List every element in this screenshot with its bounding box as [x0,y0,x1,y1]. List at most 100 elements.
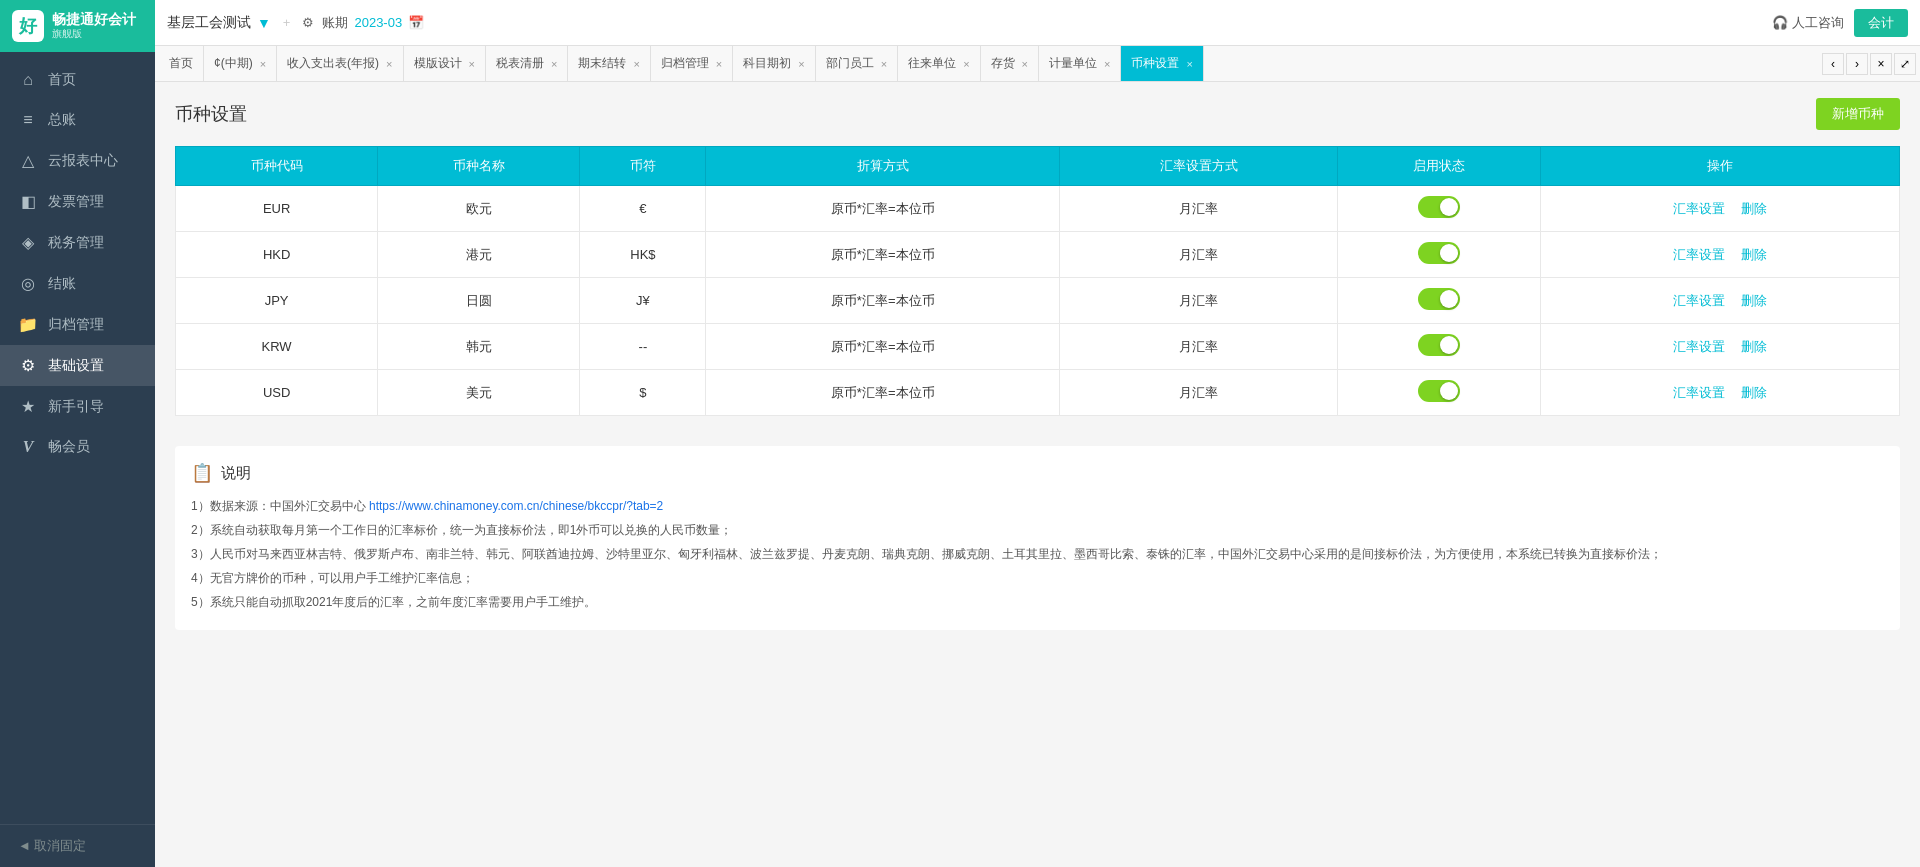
tab-unit-close[interactable]: × [1104,58,1110,70]
logo-icon: 好 [12,10,44,42]
cell-status-1 [1338,232,1540,278]
cell-rate-type-3: 月汇率 [1059,324,1337,370]
topbar: 基层工会测试 ▼ + ⚙ 账期 2023-03 📅 🎧 人工咨询 会计 [155,0,1920,46]
cell-name-2: 日圆 [378,278,580,324]
page-title: 币种设置 [175,102,247,126]
tab-next-button[interactable]: › [1846,53,1868,75]
sidebar-item-member[interactable]: V 畅会员 [0,427,155,467]
tabbar-nav: ‹ › × ⤢ [1822,53,1916,75]
cell-rate-type-2: 月汇率 [1059,278,1337,324]
tab-archive[interactable]: 归档管理 × [651,46,733,82]
help-button[interactable]: 🎧 人工咨询 [1772,14,1844,32]
tab-partner[interactable]: 往来单位 × [898,46,980,82]
tab-yearend-close[interactable]: × [633,58,639,70]
sidebar-item-settle[interactable]: ◎ 结账 [0,263,155,304]
table-row: KRW 韩元 -- 原币*汇率=本位币 月汇率 汇率设置 删除 [176,324,1900,370]
tab-prev-button[interactable]: ‹ [1822,53,1844,75]
basic-icon: ⚙ [18,356,38,375]
tab-dept[interactable]: 部门员工 × [816,46,898,82]
toggle-4[interactable] [1418,380,1460,402]
tab-unit[interactable]: 计量单位 × [1039,46,1121,82]
tab-stock-close[interactable]: × [1022,58,1028,70]
tab-currency-close[interactable]: × [1186,58,1192,70]
period-selector[interactable]: 账期 2023-03 📅 [322,14,424,32]
toggle-3[interactable] [1418,334,1460,356]
tabbar: 首页 ¢(中期) × 收入支出表(年报) × 模版设计 × 税表清册 × 期末结… [155,46,1920,82]
headset-icon: 🎧 [1772,15,1788,30]
rate-setting-link-0[interactable]: 汇率设置 [1673,201,1725,216]
cell-action-3: 汇率设置 删除 [1540,324,1899,370]
sidebar-item-ledger[interactable]: ≡ 总账 [0,100,155,140]
new-currency-button[interactable]: 新增币种 [1816,98,1900,130]
toggle-0[interactable] [1418,196,1460,218]
main-area: 基层工会测试 ▼ + ⚙ 账期 2023-03 📅 🎧 人工咨询 会计 首页 ¢… [155,0,1920,867]
settings-icon[interactable]: ⚙ [302,15,314,30]
delete-link-3[interactable]: 删除 [1741,339,1767,354]
tab-taxclear[interactable]: 税表清册 × [486,46,568,82]
cell-status-2 [1338,278,1540,324]
page-content: 币种设置 新增币种 币种代码 币种名称 币符 折算方式 汇率设置方式 启用状态 … [155,82,1920,867]
tab-stock[interactable]: 存货 × [981,46,1039,82]
tab-taxclear-close[interactable]: × [551,58,557,70]
sidebar-item-basic[interactable]: ⚙ 基础设置 [0,345,155,386]
col-header-action: 操作 [1540,147,1899,186]
toggle-track-3 [1418,334,1460,356]
tab-archive-close[interactable]: × [716,58,722,70]
accounting-button[interactable]: 会计 [1854,9,1908,37]
tab-partner-close[interactable]: × [963,58,969,70]
tab-income-close[interactable]: × [386,58,392,70]
tab-expand-button[interactable]: ⤢ [1894,53,1916,75]
tab-subjects[interactable]: 科目期初 × [733,46,815,82]
sidebar-item-archive-label: 归档管理 [48,316,104,334]
sidebar-item-home[interactable]: ⌂ 首页 [0,60,155,100]
notes-items: 1）数据来源：中国外汇交易中心 https://www.chinamoney.c… [191,494,1884,614]
topbar-divider-1: + [283,15,291,30]
notes-item-2: 3）人民币对马来西亚林吉特、俄罗斯卢布、南非兰特、韩元、阿联酋迪拉姆、沙特里亚尔… [191,542,1884,566]
toggle-2[interactable] [1418,288,1460,310]
tab-yearend[interactable]: 期末结转 × [568,46,650,82]
rate-setting-link-4[interactable]: 汇率设置 [1673,385,1725,400]
cell-calc-3: 原币*汇率=本位币 [706,324,1060,370]
delete-link-1[interactable]: 删除 [1741,247,1767,262]
tab-unit-label: 计量单位 [1049,55,1097,72]
notes-link[interactable]: https://www.chinamoney.com.cn/chinese/bk… [369,499,663,513]
rate-setting-link-2[interactable]: 汇率设置 [1673,293,1725,308]
company-selector[interactable]: 基层工会测试 ▼ [167,14,271,32]
tab-subjects-close[interactable]: × [798,58,804,70]
ledger-icon: ≡ [18,111,38,129]
tab-template-close[interactable]: × [469,58,475,70]
tab-currency[interactable]: 币种设置 × [1121,46,1203,82]
rate-setting-link-1[interactable]: 汇率设置 [1673,247,1725,262]
sidebar-item-tax-label: 税务管理 [48,234,104,252]
cell-status-4 [1338,370,1540,416]
sidebar-item-invoice[interactable]: ◧ 发票管理 [0,181,155,222]
currency-table: 币种代码 币种名称 币符 折算方式 汇率设置方式 启用状态 操作 EUR 欧元 … [175,146,1900,416]
rate-setting-link-3[interactable]: 汇率设置 [1673,339,1725,354]
sidebar-item-guide-label: 新手引导 [48,398,104,416]
tab-period[interactable]: ¢(中期) × [204,46,277,82]
tab-dept-close[interactable]: × [881,58,887,70]
sidebar-item-reports[interactable]: △ 云报表中心 [0,140,155,181]
sidebar-item-settle-label: 结账 [48,275,76,293]
delete-link-2[interactable]: 删除 [1741,293,1767,308]
tab-yearend-label: 期末结转 [578,55,626,72]
tab-close-all-button[interactable]: × [1870,53,1892,75]
sidebar-item-guide[interactable]: ★ 新手引导 [0,386,155,427]
tab-period-label: ¢(中期) [214,55,253,72]
sidebar-item-tax[interactable]: ◈ 税务管理 [0,222,155,263]
cell-status-0 [1338,186,1540,232]
sidebar-item-archive[interactable]: 📁 归档管理 [0,304,155,345]
col-header-code: 币种代码 [176,147,378,186]
tab-income[interactable]: 收入支出表(年报) × [277,46,403,82]
tab-period-close[interactable]: × [260,58,266,70]
toggle-track-0 [1418,196,1460,218]
period-value: 2023-03 [354,15,402,30]
delete-link-0[interactable]: 删除 [1741,201,1767,216]
cell-action-4: 汇率设置 删除 [1540,370,1899,416]
tab-home[interactable]: 首页 [159,46,204,82]
table-row: JPY 日圆 J¥ 原币*汇率=本位币 月汇率 汇率设置 删除 [176,278,1900,324]
delete-link-4[interactable]: 删除 [1741,385,1767,400]
sidebar-pin-toggle[interactable]: ◄ 取消固定 [0,824,155,867]
tab-template[interactable]: 模版设计 × [404,46,486,82]
toggle-1[interactable] [1418,242,1460,264]
